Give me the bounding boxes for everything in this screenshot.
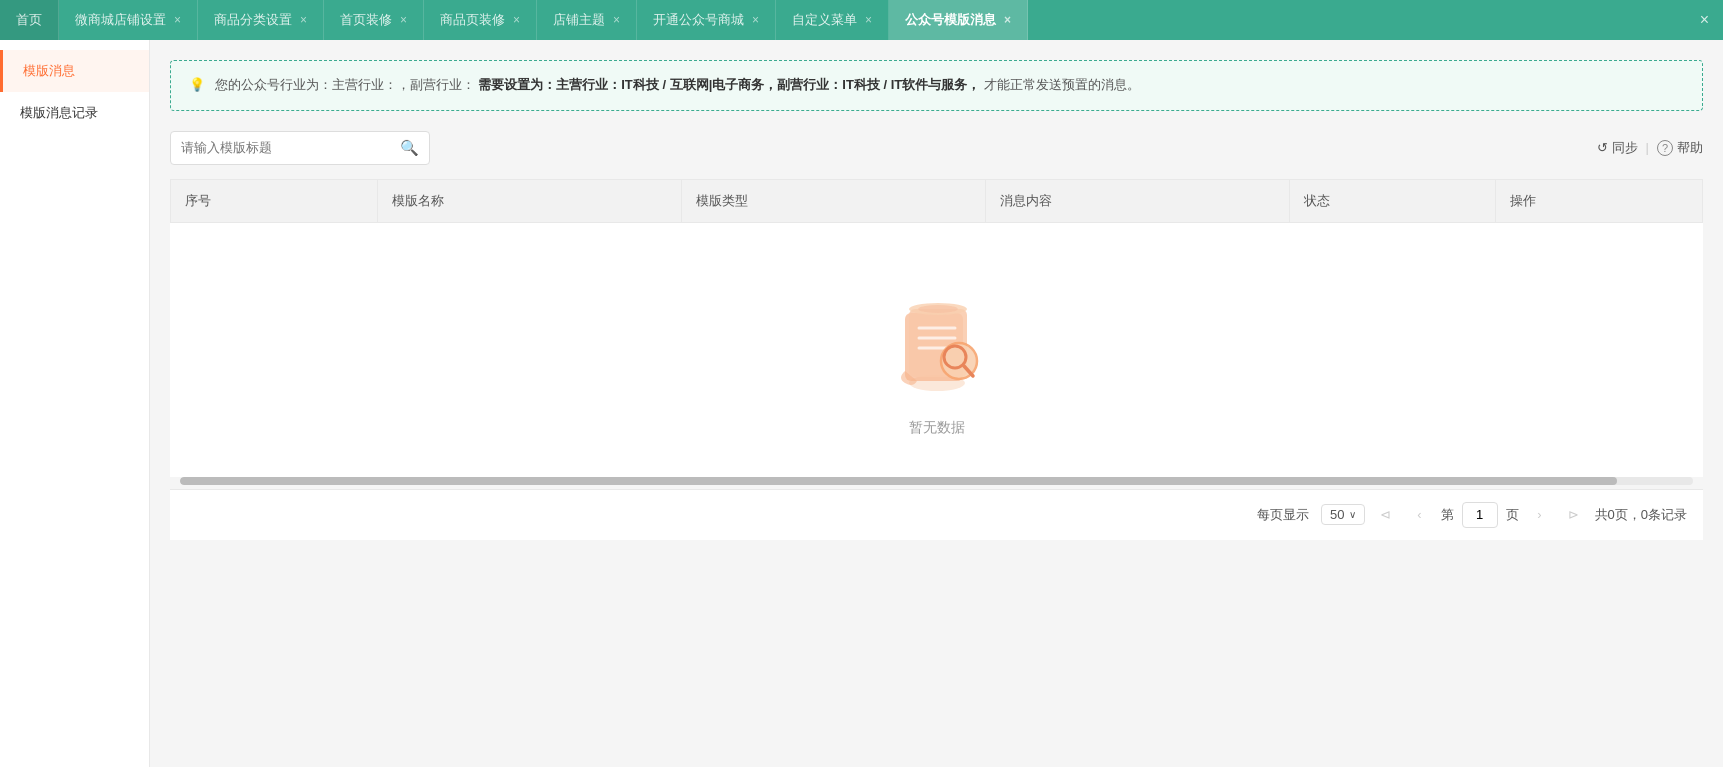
tab-category[interactable]: 商品分类设置 ×: [198, 0, 324, 40]
search-input-wrap[interactable]: 🔍: [170, 131, 430, 165]
col-header-seq: 序号: [171, 179, 378, 222]
main-layout: 模版消息模版消息记录 💡 您的公众号行业为：主营行业：，副营行业： 需要设置为：…: [0, 40, 1723, 767]
notice-prefix: 您的公众号行业为：主营行业：，副营行业：: [215, 77, 475, 92]
tab-home[interactable]: 首页: [0, 0, 59, 40]
toolbar-divider: |: [1646, 140, 1649, 155]
search-bar: 🔍 ↺ 同步 | ? 帮助: [170, 131, 1703, 165]
notice-highlight: 需要设置为：主营行业：IT科技 / 互联网|电子商务，副营行业：IT科技 / I…: [478, 77, 980, 92]
pagination: 每页显示 50 ∨ ⊲ ‹ 第 页 › ⊳ 共0页，0条记录: [170, 489, 1703, 540]
tab-label: 自定义菜单: [792, 11, 857, 29]
prev-page-button[interactable]: ‹: [1407, 502, 1433, 528]
help-label: 帮助: [1677, 139, 1703, 157]
page-label-after: 页: [1506, 506, 1519, 524]
svg-point-10: [918, 305, 958, 313]
sync-icon: ↺: [1597, 140, 1608, 155]
chevron-down-icon: ∨: [1349, 509, 1356, 520]
toolbar-right: ↺ 同步 | ? 帮助: [1597, 139, 1703, 157]
tab-label: 店铺主题: [553, 11, 605, 29]
col-header-action: 操作: [1496, 179, 1703, 222]
info-notice: 💡 您的公众号行业为：主营行业：，副营行业： 需要设置为：主营行业：IT科技 /…: [170, 60, 1703, 111]
page-size-label: 每页显示: [1257, 506, 1309, 524]
sync-button[interactable]: ↺ 同步: [1597, 139, 1638, 157]
tab-custommenu[interactable]: 自定义菜单 ×: [776, 0, 889, 40]
tab-label: 商品分类设置: [214, 11, 292, 29]
tab-template[interactable]: 公众号模版消息 ×: [889, 0, 1028, 40]
sync-label: 同步: [1612, 139, 1638, 157]
tab-close-theme[interactable]: ×: [613, 13, 620, 27]
col-header-status: 状态: [1289, 179, 1496, 222]
total-records: 共0页，0条记录: [1595, 506, 1687, 524]
page-label-before: 第: [1441, 506, 1454, 524]
tab-label: 开通公众号商城: [653, 11, 744, 29]
empty-text: 暂无数据: [909, 419, 965, 437]
page-size-select[interactable]: 50 ∨: [1321, 504, 1364, 525]
first-page-button[interactable]: ⊲: [1373, 502, 1399, 528]
data-table: 序号模版名称模版类型消息内容状态操作: [170, 179, 1703, 223]
tab-label: 微商城店铺设置: [75, 11, 166, 29]
search-input[interactable]: [181, 140, 400, 155]
tab-label: 首页: [16, 11, 42, 29]
sidebar: 模版消息模版消息记录: [0, 40, 150, 767]
tab-label: 公众号模版消息: [905, 11, 996, 29]
sidebar-item-template-log[interactable]: 模版消息记录: [0, 92, 149, 134]
tab-openstore[interactable]: 开通公众号商城 ×: [637, 0, 776, 40]
next-page-button[interactable]: ›: [1527, 502, 1553, 528]
help-button[interactable]: ? 帮助: [1657, 139, 1703, 157]
tab-close-product[interactable]: ×: [513, 13, 520, 27]
notice-suffix: 才能正常发送预置的消息。: [984, 77, 1140, 92]
col-header-content: 消息内容: [985, 179, 1289, 222]
tab-homepage[interactable]: 首页装修 ×: [324, 0, 424, 40]
tab-close-weishop[interactable]: ×: [174, 13, 181, 27]
tab-label: 首页装修: [340, 11, 392, 29]
tab-close-openstore[interactable]: ×: [752, 13, 759, 27]
col-header-name: 模版名称: [377, 179, 681, 222]
empty-illustration: [877, 283, 997, 403]
content-area: 💡 您的公众号行业为：主营行业：，副营行业： 需要设置为：主营行业：IT科技 /…: [150, 40, 1723, 767]
help-icon: ?: [1657, 140, 1673, 156]
tab-theme[interactable]: 店铺主题 ×: [537, 0, 637, 40]
tab-weishop[interactable]: 微商城店铺设置 ×: [59, 0, 198, 40]
tab-product[interactable]: 商品页装修 ×: [424, 0, 537, 40]
tab-bar: 首页微商城店铺设置×商品分类设置×首页装修×商品页装修×店铺主题×开通公众号商城…: [0, 0, 1723, 40]
tab-label: 商品页装修: [440, 11, 505, 29]
page-size-value: 50: [1330, 507, 1344, 522]
last-page-button[interactable]: ⊳: [1561, 502, 1587, 528]
empty-state: 暂无数据: [170, 223, 1703, 477]
scrollbar-thumb[interactable]: [180, 477, 1617, 485]
page-number-input[interactable]: [1462, 502, 1498, 528]
table-header: 序号模版名称模版类型消息内容状态操作: [171, 179, 1703, 222]
tab-close-custommenu[interactable]: ×: [865, 13, 872, 27]
close-all-button[interactable]: ×: [1686, 0, 1723, 40]
tab-close-category[interactable]: ×: [300, 13, 307, 27]
sidebar-item-template-msg[interactable]: 模版消息: [0, 50, 149, 92]
tab-close-homepage[interactable]: ×: [400, 13, 407, 27]
bulb-icon: 💡: [189, 77, 205, 92]
col-header-type: 模版类型: [681, 179, 985, 222]
horizontal-scrollbar[interactable]: [180, 477, 1693, 485]
search-button[interactable]: 🔍: [400, 139, 419, 157]
tab-close-template[interactable]: ×: [1004, 13, 1011, 27]
